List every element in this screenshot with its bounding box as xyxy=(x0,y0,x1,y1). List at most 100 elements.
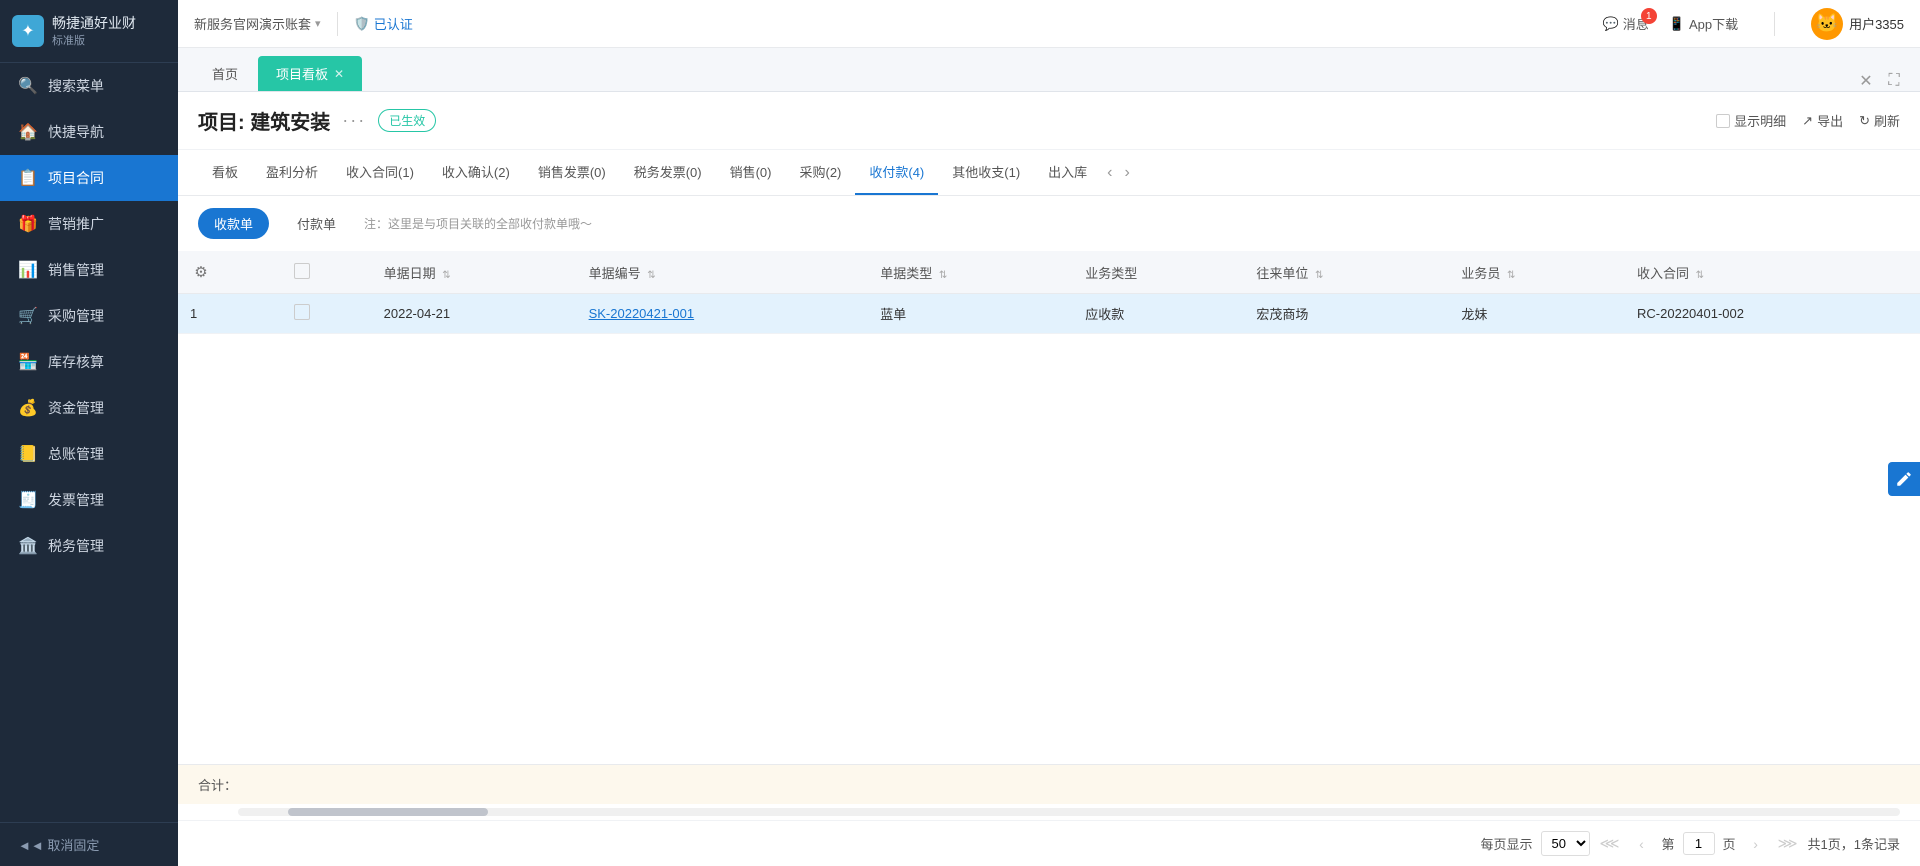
topbar-divider2 xyxy=(1774,12,1775,36)
account-selector[interactable]: 新服务官网演示账套 ▾ xyxy=(194,14,321,33)
account-dropdown-arrow: ▾ xyxy=(315,17,321,30)
topbar: 新服务官网演示账套 ▾ 🛡️ 已认证 💬 消息 1 📱 App下载 🐱 用户33… xyxy=(178,0,1920,48)
window-close-button[interactable]: ✕ xyxy=(1856,71,1876,91)
export-button[interactable]: ↗ 导出 xyxy=(1802,111,1843,130)
table-row: 1 2022-04-21 SK-20220421-001 蓝单 应收款 宏茂商场… xyxy=(178,294,1920,334)
sidebar-nav: 🔍 搜索菜单 🏠 快捷导航 📋 项目合同 🎁 营销推广 📊 销售管理 🛒 采购管… xyxy=(0,63,178,822)
project-header: 项目: 建筑安装 ··· 已生效 显示明细 ↗ 导出 ↻ 刷新 xyxy=(178,92,1920,150)
messages-button[interactable]: 💬 消息 1 xyxy=(1603,14,1649,33)
sidebar-item-contract[interactable]: 📋 项目合同 xyxy=(0,155,178,201)
ledger-icon: 📒 xyxy=(18,444,38,464)
sidebar: ✦ 畅捷通好业财 标准版 🔍 搜索菜单 🏠 快捷导航 📋 项目合同 🎁 营销推广… xyxy=(0,0,178,866)
sales-icon: 📊 xyxy=(18,260,38,280)
sidebar-item-marketing[interactable]: 🎁 营销推广 xyxy=(0,201,178,247)
sidebar-unpin-button[interactable]: ◄◄ 取消固定 xyxy=(0,822,178,866)
col-type[interactable]: 单据类型 ⇅ xyxy=(868,251,1073,294)
tabbar: 首页 项目看板 ✕ ✕ ⛶ xyxy=(178,48,1920,92)
col-salesperson[interactable]: 业务员 ⇅ xyxy=(1449,251,1625,294)
page-first-button[interactable]: ⋘ xyxy=(1598,832,1622,856)
cell-number[interactable]: SK-20220421-001 xyxy=(577,294,869,334)
marketing-icon: 🎁 xyxy=(18,214,38,234)
scrollbar-track[interactable] xyxy=(238,808,1900,816)
sidebar-item-search[interactable]: 🔍 搜索菜单 xyxy=(0,63,178,109)
logo-text: 畅捷通好业财 标准版 xyxy=(52,14,136,48)
pagination: 每页显示 50 ⋘ ‹ 第 页 › ⋙ 共1页，1条记录 xyxy=(178,820,1920,866)
filter-payment-button[interactable]: 付款单 xyxy=(281,208,352,239)
sidebar-item-purchase[interactable]: 🛒 采购管理 xyxy=(0,293,178,339)
col-settings[interactable]: ⚙ xyxy=(178,251,282,294)
right-float-button[interactable] xyxy=(1888,462,1920,496)
subnav-prev-arrow[interactable]: ‹ xyxy=(1101,152,1118,194)
sidebar-item-inventory[interactable]: 🏪 库存核算 xyxy=(0,339,178,385)
purchase-icon: 🛒 xyxy=(18,306,38,326)
settings-icon[interactable]: ⚙ xyxy=(190,261,212,283)
subnav-item-other-expense[interactable]: 其他收支(1) xyxy=(938,150,1034,195)
sort-icon-date: ⇅ xyxy=(442,270,450,281)
sort-icon-income-contract: ⇅ xyxy=(1696,270,1704,281)
window-maximize-button[interactable]: ⛶ xyxy=(1884,71,1904,91)
logo-icon: ✦ xyxy=(12,15,44,47)
user-avatar: 🐱 xyxy=(1811,8,1843,40)
col-biz-type: 业务类型 xyxy=(1073,251,1244,294)
subnav-item-tax-invoice[interactable]: 税务发票(0) xyxy=(620,150,716,195)
page-prev-button[interactable]: ‹ xyxy=(1630,832,1654,856)
search-icon: 🔍 xyxy=(18,76,38,96)
show-detail-checkbox[interactable] xyxy=(1716,114,1730,128)
show-detail-action[interactable]: 显示明细 xyxy=(1716,111,1786,130)
subnav-item-sales-invoice[interactable]: 销售发票(0) xyxy=(524,150,620,195)
receipt-number-link[interactable]: SK-20220421-001 xyxy=(589,306,695,321)
subnav-item-income-contract[interactable]: 收入合同(1) xyxy=(332,150,428,195)
per-page-select[interactable]: 50 xyxy=(1541,831,1590,856)
page-number-input[interactable] xyxy=(1683,832,1715,855)
home-icon: 🏠 xyxy=(18,122,38,142)
certified-badge: 🛡️ 已认证 xyxy=(354,14,413,33)
subnav-item-profit[interactable]: 盈利分析 xyxy=(252,150,332,195)
col-checkbox xyxy=(282,251,372,294)
contract-icon: 📋 xyxy=(18,168,38,188)
filter-receipt-button[interactable]: 收款单 xyxy=(198,208,269,239)
refresh-button[interactable]: ↻ 刷新 xyxy=(1859,111,1900,130)
subnav-item-inout[interactable]: 出入库 xyxy=(1034,150,1101,195)
sidebar-item-sales[interactable]: 📊 销售管理 xyxy=(0,247,178,293)
table-footer: 合计： xyxy=(178,764,1920,804)
col-partner[interactable]: 往来单位 ⇅ xyxy=(1244,251,1449,294)
certified-icon: 🛡️ xyxy=(354,16,370,32)
tab-close-icon[interactable]: ✕ xyxy=(334,67,344,81)
col-number[interactable]: 单据编号 ⇅ xyxy=(577,251,869,294)
cell-biz-type: 应收款 xyxy=(1073,294,1244,334)
tab-home[interactable]: 首页 xyxy=(194,56,256,91)
subnav-item-sales[interactable]: 销售(0) xyxy=(716,150,786,195)
sidebar-item-ledger[interactable]: 📒 总账管理 xyxy=(0,431,178,477)
scrollbar-thumb[interactable] xyxy=(288,808,488,816)
subnav-item-receipt[interactable]: 收付款(4) xyxy=(855,150,938,195)
tab-kanban[interactable]: 项目看板 ✕ xyxy=(258,56,362,91)
subnav-item-kanban[interactable]: 看板 xyxy=(198,150,252,195)
export-icon: ↗ xyxy=(1802,113,1813,129)
col-date[interactable]: 单据日期 ⇅ xyxy=(372,251,577,294)
project-status-badge: 已生效 xyxy=(378,109,436,132)
invoice-icon: 🧾 xyxy=(18,490,38,510)
table-wrap: ⚙ 单据日期 ⇅ 单据编号 ⇅ xyxy=(178,251,1920,764)
row-checkbox[interactable] xyxy=(294,304,310,320)
sidebar-item-finance[interactable]: 💰 资金管理 xyxy=(0,385,178,431)
app-download-button[interactable]: 📱 App下载 xyxy=(1669,14,1738,33)
subnav-item-purchase[interactable]: 采购(2) xyxy=(785,150,855,195)
select-all-checkbox[interactable] xyxy=(294,263,310,279)
user-menu[interactable]: 🐱 用户3355 xyxy=(1811,8,1904,40)
sidebar-item-quicknav[interactable]: 🏠 快捷导航 xyxy=(0,109,178,155)
project-title: 项目: 建筑安装 xyxy=(198,106,330,135)
table-header: ⚙ 单据日期 ⇅ 单据编号 ⇅ xyxy=(178,251,1920,294)
col-income-contract[interactable]: 收入合同 ⇅ xyxy=(1625,251,1920,294)
sort-icon-partner: ⇅ xyxy=(1315,270,1323,281)
subnav-next-arrow[interactable]: › xyxy=(1119,152,1136,194)
sidebar-item-invoice[interactable]: 🧾 发票管理 xyxy=(0,477,178,523)
data-table: ⚙ 单据日期 ⇅ 单据编号 ⇅ xyxy=(178,251,1920,334)
project-more-button[interactable]: ··· xyxy=(342,110,366,131)
finance-icon: 💰 xyxy=(18,398,38,418)
page-next-button[interactable]: › xyxy=(1744,832,1768,856)
cell-income-contract: RC-20220401-002 xyxy=(1625,294,1920,334)
page-last-button[interactable]: ⋙ xyxy=(1776,832,1800,856)
subnav-item-income-confirm[interactable]: 收入确认(2) xyxy=(428,150,524,195)
sidebar-item-tax[interactable]: 🏛️ 税务管理 xyxy=(0,523,178,569)
horizontal-scrollbar[interactable] xyxy=(178,804,1920,820)
